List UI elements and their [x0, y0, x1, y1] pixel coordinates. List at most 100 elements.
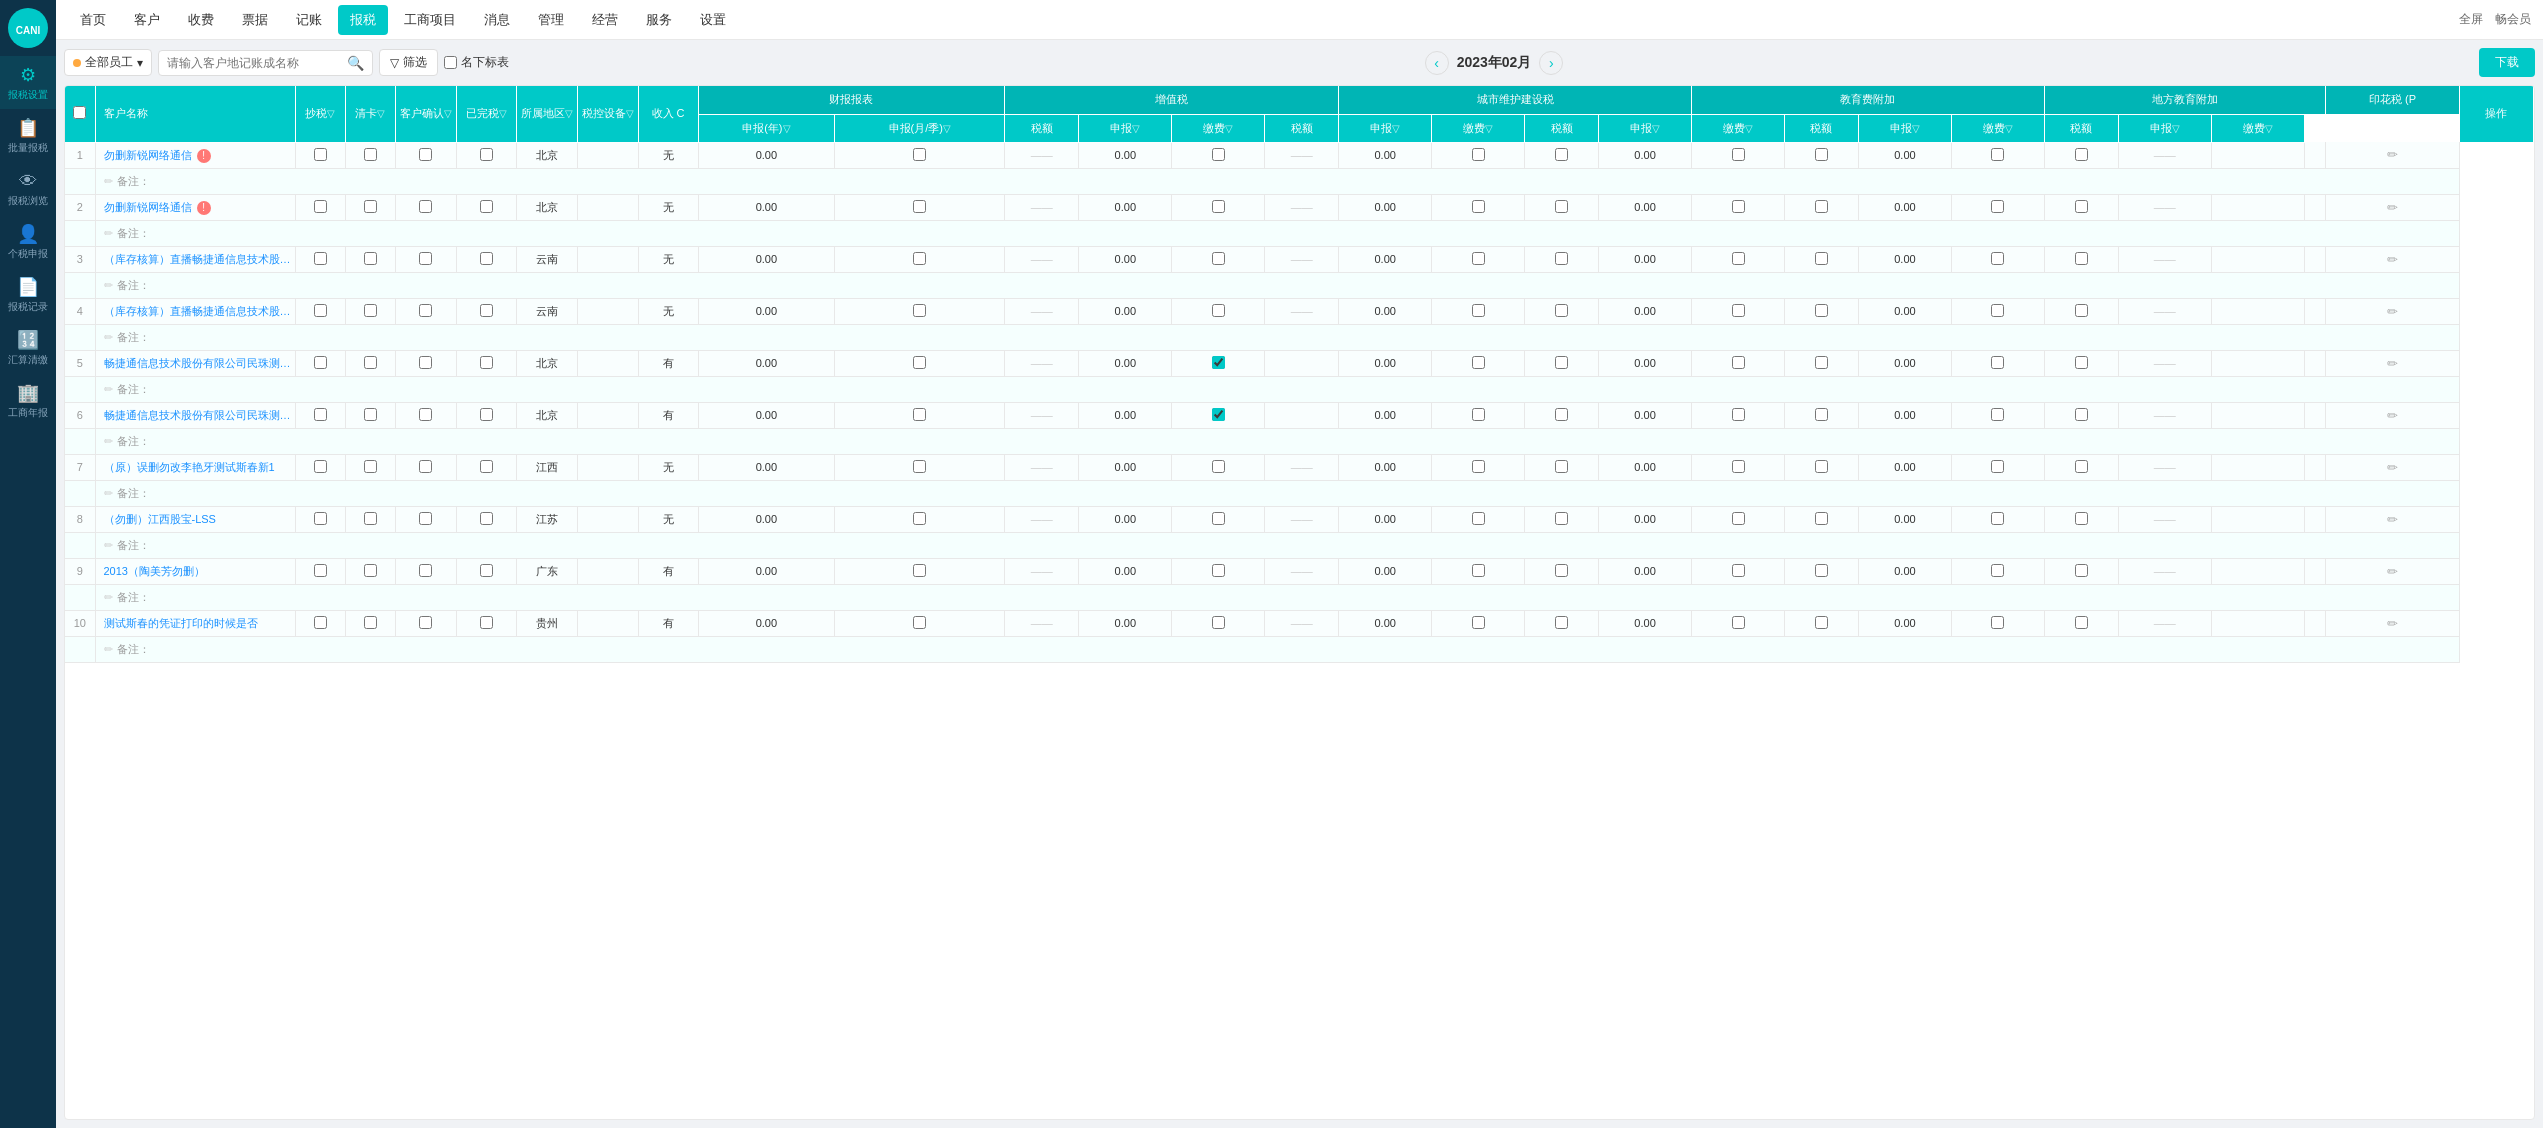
nav-manage[interactable]: 管理 [526, 5, 576, 35]
nav-biz[interactable]: 工商项目 [392, 5, 468, 35]
local-edu-declare-checkbox[interactable] [1991, 200, 2004, 213]
edu-declare-checkbox[interactable] [1732, 148, 1745, 161]
local-edu-pay-checkbox[interactable] [2075, 200, 2088, 213]
edu-declare-checkbox[interactable] [1732, 200, 1745, 213]
customer-name[interactable]: 2013（陶美芳勿删） [95, 558, 295, 584]
local-edu-declare-checkbox[interactable] [1991, 564, 2004, 577]
edit-icon[interactable]: ✏ [2387, 200, 2398, 215]
paid-tax-checkbox[interactable] [480, 564, 493, 577]
vat-declare-checkbox[interactable] [1212, 252, 1225, 265]
city-declare-checkbox[interactable] [1472, 148, 1485, 161]
customer-confirm-checkbox[interactable] [419, 148, 432, 161]
edu-declare-checkbox[interactable] [1732, 304, 1745, 317]
local-edu-declare-checkbox[interactable] [1991, 408, 2004, 421]
local-edu-pay-checkbox[interactable] [2075, 408, 2088, 421]
city-pay-checkbox[interactable] [1555, 356, 1568, 369]
info-icon[interactable]: ! [197, 149, 211, 163]
copy-tax-checkbox[interactable] [314, 512, 327, 525]
customer-name[interactable]: （库存核算）直播畅捷通信息技术股份有限... ! [95, 246, 295, 272]
starred-checkbox[interactable] [444, 56, 457, 69]
info-icon[interactable]: ! [197, 201, 211, 215]
city-declare-checkbox[interactable] [1472, 512, 1485, 525]
paid-tax-checkbox[interactable] [480, 200, 493, 213]
vat-declare-checkbox[interactable] [1212, 304, 1225, 317]
edit-icon[interactable]: ✏ [2387, 356, 2398, 371]
download-button[interactable]: 下载 [2479, 48, 2535, 77]
edu-declare-checkbox[interactable] [1732, 356, 1745, 369]
local-edu-pay-checkbox[interactable] [2075, 460, 2088, 473]
city-pay-checkbox[interactable] [1555, 616, 1568, 629]
customer-name[interactable]: （勿删）江西股宝-LSS [95, 506, 295, 532]
nav-operation[interactable]: 经营 [580, 5, 630, 35]
customer-name[interactable]: 勿删新锐网络通信 ! [95, 142, 295, 168]
local-edu-pay-checkbox[interactable] [2075, 304, 2088, 317]
local-edu-declare-checkbox[interactable] [1991, 460, 2004, 473]
prev-month-button[interactable]: ‹ [1425, 51, 1449, 75]
edu-pay-checkbox[interactable] [1815, 616, 1828, 629]
sidebar-item-annual-report[interactable]: 🏢 工商年报 [0, 374, 56, 427]
customer-name[interactable]: 测试斯春的凭证打印的时候是否 [95, 610, 295, 636]
local-edu-declare-checkbox[interactable] [1991, 148, 2004, 161]
city-pay-checkbox[interactable] [1555, 512, 1568, 525]
nav-tax[interactable]: 报税 [338, 5, 388, 35]
vat-declare-checkbox[interactable] [1212, 148, 1225, 161]
employee-filter[interactable]: 全部员工 ▾ [64, 49, 152, 76]
clear-card-checkbox[interactable] [364, 356, 377, 369]
copy-tax-checkbox[interactable] [314, 460, 327, 473]
clear-card-checkbox[interactable] [364, 616, 377, 629]
edit-icon[interactable]: ✏ [2387, 408, 2398, 423]
paid-tax-checkbox[interactable] [480, 408, 493, 421]
local-edu-declare-checkbox[interactable] [1991, 356, 2004, 369]
local-edu-pay-checkbox[interactable] [2075, 616, 2088, 629]
customer-name[interactable]: （库存核算）直播畅捷通信息技术股份有限... ! [95, 298, 295, 324]
nav-bookkeeping[interactable]: 记账 [284, 5, 334, 35]
local-edu-pay-checkbox[interactable] [2075, 356, 2088, 369]
edu-pay-checkbox[interactable] [1815, 304, 1828, 317]
edu-pay-checkbox[interactable] [1815, 148, 1828, 161]
nav-service[interactable]: 服务 [634, 5, 684, 35]
customer-confirm-checkbox[interactable] [419, 616, 432, 629]
edu-pay-checkbox[interactable] [1815, 512, 1828, 525]
vip-btn[interactable]: 畅会员 [2495, 11, 2531, 28]
paid-tax-checkbox[interactable] [480, 148, 493, 161]
clear-card-checkbox[interactable] [364, 148, 377, 161]
customer-confirm-checkbox[interactable] [419, 304, 432, 317]
edit-icon[interactable]: ✏ [2387, 304, 2398, 319]
customer-name[interactable]: 畅捷通信息技术股份有限公司民珠测试 ! [95, 350, 295, 376]
city-pay-checkbox[interactable] [1555, 460, 1568, 473]
vat-declare-checkbox[interactable] [1212, 408, 1225, 421]
local-edu-declare-checkbox[interactable] [1991, 616, 2004, 629]
customer-confirm-checkbox[interactable] [419, 512, 432, 525]
vat-declare-checkbox[interactable] [1212, 200, 1225, 213]
city-pay-checkbox[interactable] [1555, 564, 1568, 577]
edit-icon[interactable]: ✏ [2387, 252, 2398, 267]
customer-confirm-checkbox[interactable] [419, 356, 432, 369]
city-pay-checkbox[interactable] [1555, 148, 1568, 161]
fr-monthly-checkbox[interactable] [913, 252, 926, 265]
starred-checkbox-label[interactable]: 名下标表 [444, 54, 509, 71]
paid-tax-checkbox[interactable] [480, 460, 493, 473]
fr-monthly-checkbox[interactable] [913, 408, 926, 421]
edu-declare-checkbox[interactable] [1732, 512, 1745, 525]
edu-pay-checkbox[interactable] [1815, 564, 1828, 577]
clear-card-checkbox[interactable] [364, 304, 377, 317]
fr-monthly-checkbox[interactable] [913, 304, 926, 317]
customer-confirm-checkbox[interactable] [419, 252, 432, 265]
city-pay-checkbox[interactable] [1555, 200, 1568, 213]
search-input[interactable] [167, 56, 347, 70]
customer-confirm-checkbox[interactable] [419, 408, 432, 421]
edu-pay-checkbox[interactable] [1815, 356, 1828, 369]
local-edu-pay-checkbox[interactable] [2075, 564, 2088, 577]
local-edu-pay-checkbox[interactable] [2075, 148, 2088, 161]
copy-tax-checkbox[interactable] [314, 408, 327, 421]
fr-monthly-checkbox[interactable] [913, 148, 926, 161]
vat-declare-checkbox[interactable] [1212, 356, 1225, 369]
customer-confirm-checkbox[interactable] [419, 200, 432, 213]
clear-card-checkbox[interactable] [364, 512, 377, 525]
city-declare-checkbox[interactable] [1472, 304, 1485, 317]
copy-tax-checkbox[interactable] [314, 148, 327, 161]
copy-tax-checkbox[interactable] [314, 616, 327, 629]
clear-card-checkbox[interactable] [364, 252, 377, 265]
fr-monthly-checkbox[interactable] [913, 460, 926, 473]
city-pay-checkbox[interactable] [1555, 304, 1568, 317]
